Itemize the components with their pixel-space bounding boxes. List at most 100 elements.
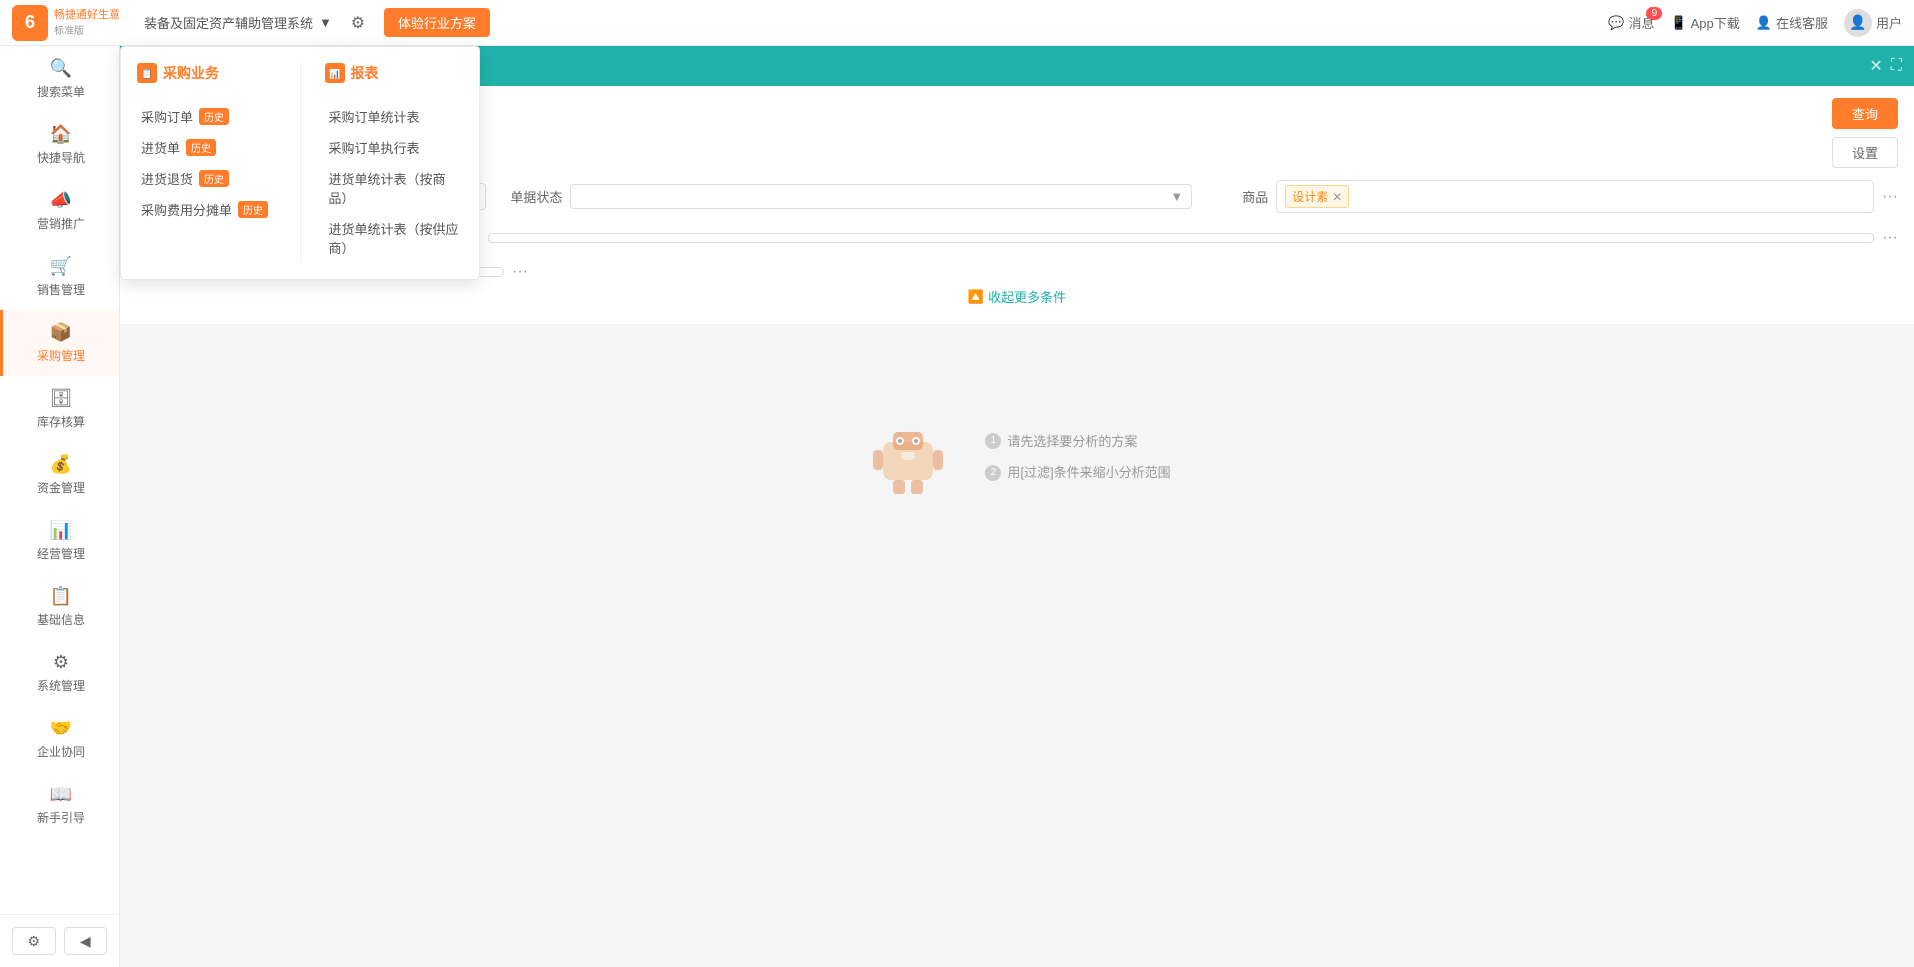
dropdown-arrow-icon[interactable]: ▼ — [319, 15, 332, 30]
basic-info-icon: 📋 — [50, 586, 72, 607]
menu-item-incoming[interactable]: 进货单 历史 — [137, 132, 276, 163]
goods-input[interactable]: 设计素 ✕ — [1276, 180, 1874, 213]
sidebar-item-purchase-label: 采购管理 — [37, 347, 85, 364]
system-title: 装备及固定资产辅助管理系统 ▼ — [144, 13, 332, 32]
empty-tip-2: 2 用[过滤]条件来缩小分析范围 — [985, 461, 1170, 484]
sidebar-item-purchase[interactable]: 📦 采购管理 — [0, 310, 119, 376]
main-layout: 🔍 搜索菜单 🏠 快捷导航 📣 营销推广 🛒 销售管理 📦 采购管理 🗄 库存核… — [0, 46, 1914, 967]
tab-expand-button[interactable]: ⛶ — [1891, 57, 1902, 75]
app-download-button[interactable]: 📱 App下载 — [1670, 13, 1739, 32]
collapse-row[interactable]: 🔼 收起更多条件 — [136, 281, 1898, 312]
sidebar-item-guide[interactable]: 📖 新手引导 — [0, 772, 119, 838]
status-select[interactable]: ▼ — [570, 184, 1192, 209]
goods-tag-design: 设计素 ✕ — [1285, 185, 1349, 208]
reports-title-text: 报表 — [351, 63, 379, 83]
sidebar-item-finance[interactable]: 💰 资金管理 — [0, 442, 119, 508]
empty-state: 1 请先选择要分析的方案 2 用[过滤]条件来缩小分析范围 — [120, 332, 1914, 582]
logo-sub: 标准版 — [54, 22, 120, 37]
menu-item-purchase-order[interactable]: 采购订单 历史 — [137, 101, 276, 132]
sidebar-item-search-label: 搜索菜单 — [37, 83, 85, 100]
menu-item-incoming-stats-supplier[interactable]: 进货单统计表（按供应商） — [325, 213, 464, 263]
inventory-icon: 🗄 — [50, 388, 73, 409]
empty-tip-1-text: 请先选择要分析的方案 — [1007, 430, 1137, 453]
online-service-label: 在线客服 — [1776, 13, 1828, 32]
guide-icon: 📖 — [50, 784, 72, 805]
logo-name: 畅捷通好生意 — [54, 8, 120, 22]
purchase-section-icon: 📋 — [137, 63, 157, 83]
customer-dots[interactable]: ··· — [512, 263, 528, 281]
salesperson-dots[interactable]: ··· — [1882, 229, 1898, 247]
sidebar-item-cooperation[interactable]: 🤝 企业协同 — [0, 706, 119, 772]
menu-section-purchase-ops-title: 📋 采购业务 — [137, 63, 276, 89]
sidebar-item-inventory[interactable]: 🗄 库存核算 — [0, 376, 119, 442]
sidebar-collapse-button[interactable]: ◀ — [64, 927, 108, 955]
topbar: 6 畅捷通好生意 标准版 装备及固定资产辅助管理系统 ▼ ⚙ 体验行业方案 💬 … — [0, 0, 1914, 46]
set-button[interactable]: 设置 — [1832, 137, 1898, 168]
industry-button[interactable]: 体验行业方案 — [384, 8, 490, 37]
filter-status-item: 单据状态 ▼ — [502, 184, 1192, 209]
sidebar-settings-button[interactable]: ⚙ — [12, 927, 56, 955]
sidebar-item-system-label: 系统管理 — [37, 677, 85, 694]
service-icon: 👤 — [1756, 15, 1772, 31]
purchase-order-stats-label: 采购订单统计表 — [329, 107, 420, 126]
online-service-button[interactable]: 👤 在线客服 — [1756, 13, 1828, 32]
finance-icon: 💰 — [50, 454, 72, 475]
purchase-cost-label: 采购费用分摊单 — [141, 200, 232, 219]
sidebar-item-system[interactable]: ⚙ 系统管理 — [0, 640, 119, 706]
user-button[interactable]: 👤 用户 — [1844, 9, 1902, 37]
message-button[interactable]: 💬 消息 9 — [1608, 13, 1654, 32]
phone-icon: 📱 — [1670, 15, 1686, 31]
purchase-order-label: 采购订单 — [141, 107, 193, 126]
sidebar-item-basic-info[interactable]: 📋 基础信息 — [0, 574, 119, 640]
cooperation-icon: 🤝 — [50, 718, 72, 739]
incoming-return-label: 进货退货 — [141, 169, 193, 188]
empty-num-1: 1 — [985, 433, 1001, 449]
sidebar-item-cooperation-label: 企业协同 — [37, 743, 85, 760]
operations-icon: 📊 — [50, 520, 72, 541]
incoming-stats-goods-label: 进货单统计表（按商品） — [329, 169, 460, 207]
purchase-ops-title-text: 采购业务 — [163, 63, 219, 83]
purchase-order-exec-label: 采购订单执行表 — [329, 138, 420, 157]
dropdown-menu: 📋 采购业务 采购订单 历史 进货单 历史 进货退货 历史 采购费用分摊单 历史 — [120, 46, 480, 280]
topbar-right: 💬 消息 9 📱 App下载 👤 在线客服 👤 用户 — [1608, 9, 1902, 37]
salesperson-input[interactable] — [488, 233, 1874, 243]
sidebar-item-operations-label: 经营管理 — [37, 545, 85, 562]
goods-tag-close-icon[interactable]: ✕ — [1332, 190, 1342, 204]
sidebar-bottom: ⚙ ◀ — [0, 914, 119, 967]
incoming-history-badge: 历史 — [186, 139, 216, 156]
sales-icon: 🛒 — [50, 256, 72, 277]
sidebar-item-marketing[interactable]: 📣 营销推广 — [0, 178, 119, 244]
sidebar-item-sales[interactable]: 🛒 销售管理 — [0, 244, 119, 310]
empty-tip-2-text: 用[过滤]条件来缩小分析范围 — [1007, 461, 1170, 484]
query-button[interactable]: 查询 — [1832, 98, 1898, 129]
status-dropdown-icon: ▼ — [1170, 189, 1183, 204]
menu-item-purchase-order-stats[interactable]: 采购订单统计表 — [325, 101, 464, 132]
menu-item-purchase-order-exec[interactable]: 采购订单执行表 — [325, 132, 464, 163]
settings-button[interactable]: ⚙ — [344, 9, 372, 37]
marketing-icon: 📣 — [50, 190, 72, 211]
menu-item-incoming-return[interactable]: 进货退货 历史 — [137, 163, 276, 194]
menu-item-incoming-stats-goods[interactable]: 进货单统计表（按商品） — [325, 163, 464, 213]
sidebar-item-operations[interactable]: 📊 经营管理 — [0, 508, 119, 574]
sidebar-item-quick-nav-label: 快捷导航 — [37, 149, 85, 166]
sidebar-item-sales-label: 销售管理 — [37, 281, 85, 298]
system-icon: ⚙ — [53, 652, 69, 673]
search-icon: 🔍 — [50, 58, 72, 79]
menu-section-reports-title: 📊 报表 — [325, 63, 464, 89]
sidebar-item-search[interactable]: 🔍 搜索菜单 — [0, 46, 119, 112]
empty-num-2: 2 — [985, 465, 1001, 481]
collapse-label: 收起更多条件 — [988, 287, 1066, 306]
incoming-label: 进货单 — [141, 138, 180, 157]
purchase-cost-history-badge: 历史 — [238, 201, 268, 218]
menu-section-reports: 📊 报表 采购订单统计表 采购订单执行表 进货单统计表（按商品） 进货单统计表（… — [325, 63, 464, 263]
filter-goods-item: 商品 设计素 ✕ ··· — [1208, 180, 1898, 213]
tab-close-all-button[interactable]: ✕ — [1869, 56, 1882, 76]
logo-icon: 6 — [12, 5, 48, 41]
empty-tip-1: 1 请先选择要分析的方案 — [985, 430, 1170, 453]
goods-tags: 设计素 ✕ — [1285, 185, 1349, 208]
sidebar-item-finance-label: 资金管理 — [37, 479, 85, 496]
goods-dots[interactable]: ··· — [1882, 188, 1898, 206]
sidebar-item-quick-nav[interactable]: 🏠 快捷导航 — [0, 112, 119, 178]
menu-item-purchase-cost[interactable]: 采购费用分摊单 历史 — [137, 194, 276, 225]
svg-text:📊: 📊 — [329, 68, 340, 79]
